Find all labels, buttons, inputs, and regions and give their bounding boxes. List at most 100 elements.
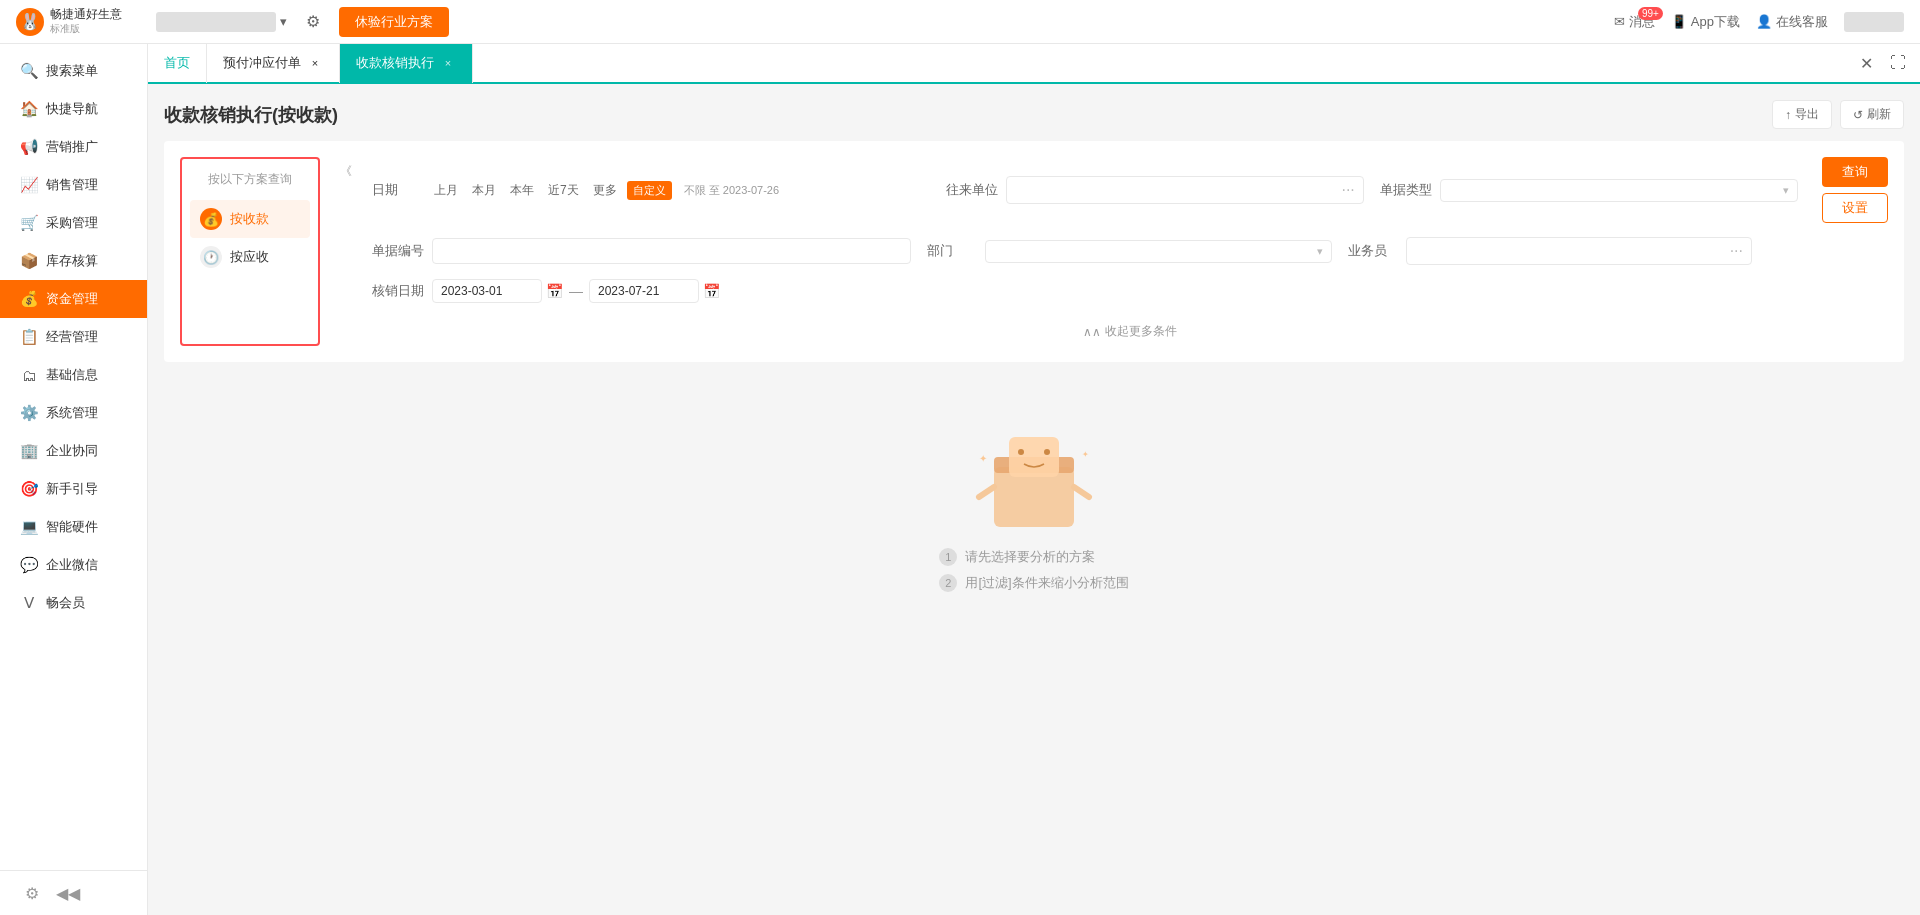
write-date-end-wrap: 📅	[589, 279, 720, 303]
filter-form: 日期 上月 本月 本年 近7天 更多 自定义 不限 至 2023-07-26	[372, 157, 1888, 346]
write-date-end-icon[interactable]: 📅	[703, 283, 720, 299]
sidebar-item-basic-info[interactable]: 🗂 基础信息	[0, 356, 147, 394]
logo-icon: 🐰	[16, 8, 44, 36]
query-button[interactable]: 查询	[1822, 157, 1888, 187]
tab-prepay-close[interactable]: ×	[307, 55, 323, 71]
filter-panel: 按以下方案查询 💰 按收款 🕐 按应收 《	[164, 141, 1904, 362]
tab-collection[interactable]: 收款核销执行 ×	[340, 44, 473, 83]
empty-hint-2-label: 用[过滤]条件来缩小分析范围	[965, 574, 1128, 592]
svg-point-4	[1044, 449, 1050, 455]
sidebar-item-hardware[interactable]: 💻 智能硬件	[0, 508, 147, 546]
filter-row-2: 单据编号 部门 ▾ 业务员	[372, 237, 1888, 265]
top-bar-right: ✉ 消息 99+ 📱 App下载 👤 在线客服	[1614, 12, 1904, 32]
company-selector[interactable]: ▾	[156, 12, 287, 32]
basic-info-icon: 🗂	[20, 366, 38, 384]
doctype-chevron: ▾	[1783, 184, 1789, 197]
sidebar-item-label: 基础信息	[46, 366, 98, 384]
sidebar-item-quick-nav[interactable]: 🏠 快捷导航	[0, 90, 147, 128]
form-actions: 查询 设置	[1822, 157, 1888, 223]
partner-select[interactable]: ···	[1006, 176, 1364, 204]
date-label: 日期	[372, 181, 422, 199]
tab-prepay[interactable]: 预付冲应付单 ×	[207, 44, 340, 83]
app-download-item[interactable]: 📱 App下载	[1671, 13, 1740, 31]
tab-home[interactable]: 首页	[148, 44, 207, 83]
collapse-sidebar-icon[interactable]: ◀◀	[56, 881, 80, 905]
collapse-more-btn[interactable]: ∧∧ 收起更多条件	[372, 317, 1888, 346]
date-shortcut-this-month[interactable]: 本月	[468, 180, 500, 201]
filter-settings-button[interactable]: 设置	[1822, 193, 1888, 223]
collapse-more-icon: ∧∧	[1083, 325, 1101, 339]
filter-collection-icon: 💰	[200, 208, 222, 230]
write-date-start-input[interactable]	[432, 279, 542, 303]
date-shortcut-this-year[interactable]: 本年	[506, 180, 538, 201]
sidebar-item-system[interactable]: ⚙️ 系统管理	[0, 394, 147, 432]
staff-label: 业务员	[1348, 242, 1398, 260]
filter-option-by-receivable[interactable]: 🕐 按应收	[190, 238, 310, 276]
close-tab-icon[interactable]: ✕	[1852, 49, 1880, 77]
date-custom-tag: 自定义	[627, 181, 672, 200]
logo-area: 🐰 畅捷通好生意 标准版	[16, 7, 156, 37]
sidebar-item-label: 快捷导航	[46, 100, 98, 118]
sidebar-item-finance[interactable]: 💰 资金管理	[0, 280, 147, 318]
message-item[interactable]: ✉ 消息 99+	[1614, 13, 1655, 31]
hardware-icon: 💻	[20, 518, 38, 536]
empty-hint-1-label: 请先选择要分析的方案	[965, 548, 1095, 566]
date-shortcut-more[interactable]: 更多	[589, 180, 621, 201]
sidebar-item-label: 企业微信	[46, 556, 98, 574]
date-shortcut-last-month[interactable]: 上月	[430, 180, 462, 201]
page-header: 收款核销执行(按收款) ↑ 导出 ↺ 刷新	[164, 100, 1904, 129]
doctype-select[interactable]: ▾	[1440, 179, 1798, 202]
sidebar-item-label: 搜索菜单	[46, 62, 98, 80]
purchase-icon: 🛒	[20, 214, 38, 232]
docno-input[interactable]	[432, 238, 911, 264]
sidebar-item-sales[interactable]: 📈 销售管理	[0, 166, 147, 204]
tab-bar-actions: ✕ ⛶	[1852, 49, 1920, 77]
svg-line-6	[1074, 487, 1089, 497]
sidebar-item-purchase[interactable]: 🛒 采购管理	[0, 204, 147, 242]
tab-prepay-label: 预付冲应付单	[223, 54, 301, 72]
page-actions: ↑ 导出 ↺ 刷新	[1772, 100, 1904, 129]
date-shortcut-7days[interactable]: 近7天	[544, 180, 583, 201]
docno-label: 单据编号	[372, 242, 424, 260]
export-button[interactable]: ↑ 导出	[1772, 100, 1832, 129]
phone-icon: 📱	[1671, 14, 1687, 29]
sidebar-item-enterprise[interactable]: 🏢 企业协同	[0, 432, 147, 470]
service-label: 在线客服	[1776, 13, 1828, 31]
filter-sidebar: 按以下方案查询 💰 按收款 🕐 按应收	[180, 157, 320, 346]
online-service-item[interactable]: 👤 在线客服	[1756, 13, 1828, 31]
svg-text:✦: ✦	[979, 453, 987, 464]
sidebar-item-guide[interactable]: 🎯 新手引导	[0, 470, 147, 508]
settings-icon[interactable]: ⚙	[299, 8, 327, 36]
filter-collapse-btn[interactable]: 《	[336, 161, 356, 181]
filter-collapse: 《	[336, 157, 356, 346]
sidebar-item-label: 智能硬件	[46, 518, 98, 536]
sidebar-item-member[interactable]: Ⅴ 畅会员	[0, 584, 147, 622]
member-icon: Ⅴ	[20, 594, 38, 612]
user-avatar[interactable]	[1844, 12, 1904, 32]
filter-row-3: 核销日期 📅 — 📅	[372, 279, 1888, 303]
marketing-icon: 📢	[20, 138, 38, 156]
top-bar: 🐰 畅捷通好生意 标准版 ▾ ⚙ 休验行业方案 ✉ 消息 99+ 📱 App下载…	[0, 0, 1920, 44]
dept-chevron: ▾	[1317, 245, 1323, 258]
filter-option-by-collection[interactable]: 💰 按收款	[190, 200, 310, 238]
message-icon: ✉	[1614, 14, 1625, 29]
sidebar-item-inventory[interactable]: 📦 库存核算	[0, 242, 147, 280]
dept-select[interactable]: ▾	[985, 240, 1331, 263]
sidebar-item-label: 畅会员	[46, 594, 85, 612]
search-menu-icon: 🔍	[20, 62, 38, 80]
industry-button[interactable]: 休验行业方案	[339, 7, 449, 37]
write-date-end-input[interactable]	[589, 279, 699, 303]
sidebar-item-search-menu[interactable]: 🔍 搜索菜单	[0, 52, 147, 90]
sidebar-item-label: 资金管理	[46, 290, 98, 308]
sidebar-item-label: 销售管理	[46, 176, 98, 194]
sidebar-item-wechat[interactable]: 💬 企业微信	[0, 546, 147, 584]
settings-bottom-icon[interactable]: ⚙	[20, 881, 44, 905]
sidebar-item-operations[interactable]: 📋 经营管理	[0, 318, 147, 356]
company-name	[156, 12, 276, 32]
sidebar-item-marketing[interactable]: 📢 营销推广	[0, 128, 147, 166]
tab-collection-close[interactable]: ×	[440, 55, 456, 71]
staff-select[interactable]: ···	[1406, 237, 1752, 265]
write-date-start-icon[interactable]: 📅	[546, 283, 563, 299]
refresh-button[interactable]: ↺ 刷新	[1840, 100, 1904, 129]
expand-tab-icon[interactable]: ⛶	[1884, 49, 1912, 77]
